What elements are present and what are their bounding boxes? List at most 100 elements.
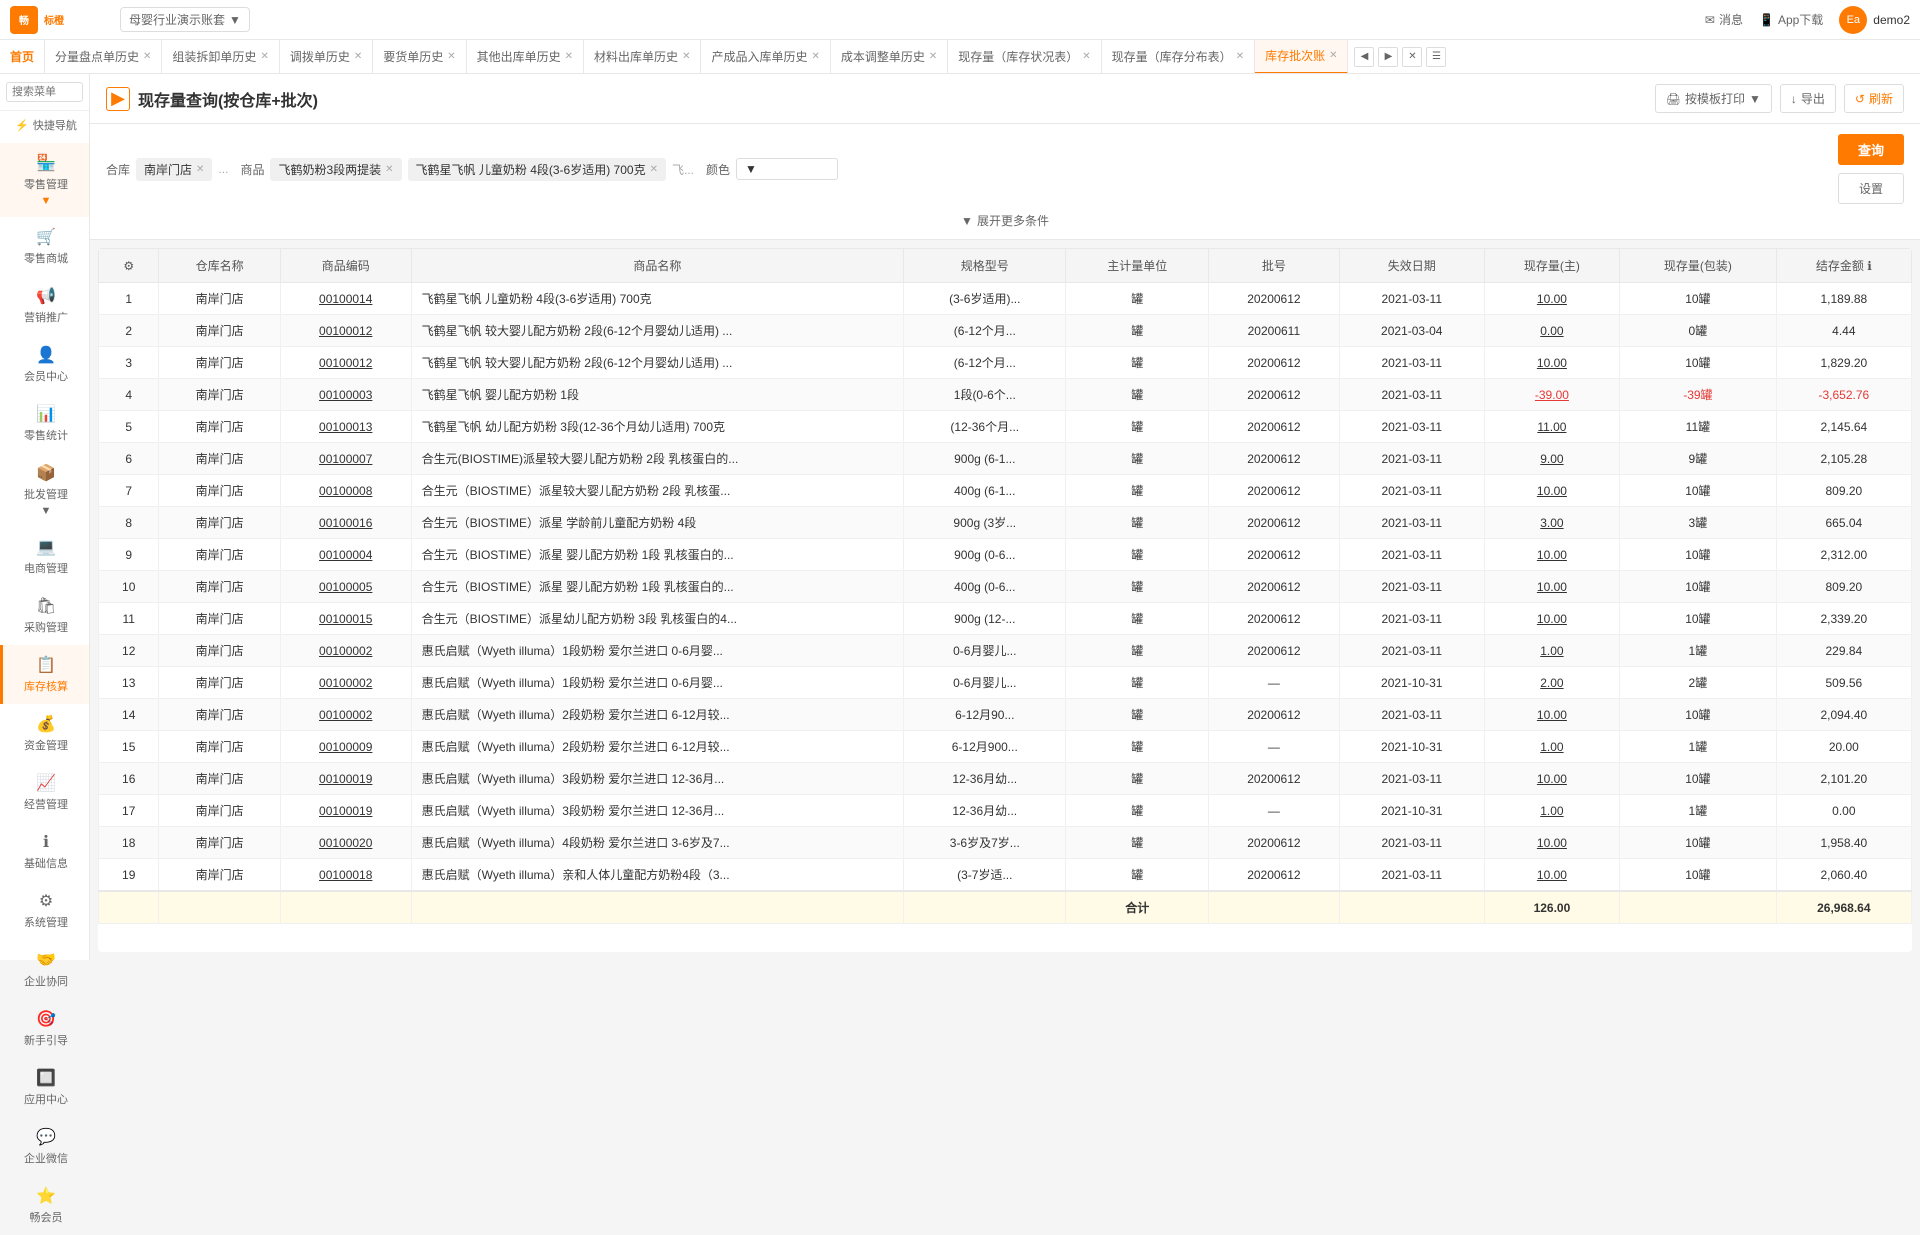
product-tag-1[interactable]: 飞鹤奶粉3段两提装 ✕: [270, 158, 401, 181]
row-no: 11: [99, 603, 159, 635]
tab-4-close[interactable]: ✕: [447, 51, 455, 62]
sidebar-item-business[interactable]: 📈 经营管理: [0, 763, 89, 822]
sidebar-item-basic-info[interactable]: ℹ 基础信息: [0, 822, 89, 881]
search-input[interactable]: [6, 82, 83, 102]
tab-6[interactable]: 材料出库单历史 ✕: [584, 40, 701, 74]
app-download-action[interactable]: 📱 App下载: [1759, 11, 1823, 28]
message-label: 消息: [1719, 11, 1743, 28]
sidebar-item-purchase[interactable]: 🛍 采购管理: [0, 586, 89, 645]
tab-3-close[interactable]: ✕: [354, 51, 362, 62]
warehouse-dots[interactable]: ...: [218, 162, 228, 176]
sidebar-item-system[interactable]: ⚙ 系统管理: [0, 881, 89, 940]
tabs-close-btn[interactable]: ✕: [1402, 47, 1422, 67]
row-code[interactable]: 00100005: [280, 571, 411, 603]
row-code[interactable]: 00100012: [280, 315, 411, 347]
business-icon: 📈: [36, 773, 56, 793]
sidebar-item-finance[interactable]: 💰 资金管理: [0, 704, 89, 763]
tab-7-close[interactable]: ✕: [811, 51, 819, 62]
row-no: 19: [99, 859, 159, 892]
row-code[interactable]: 00100019: [280, 763, 411, 795]
query-button[interactable]: 查询: [1838, 134, 1904, 165]
row-unit: 罐: [1066, 859, 1208, 892]
row-code[interactable]: 00100007: [280, 443, 411, 475]
warehouse-tag[interactable]: 南岸门店 ✕: [136, 158, 212, 181]
color-dropdown[interactable]: ▼: [736, 158, 838, 180]
print-button[interactable]: 🖨 按模板打印 ▼: [1655, 84, 1772, 113]
tab-1-close[interactable]: ✕: [143, 51, 151, 62]
row-code[interactable]: 00100016: [280, 507, 411, 539]
tab-home[interactable]: 首页: [0, 40, 45, 74]
tab-10-close[interactable]: ✕: [1236, 51, 1244, 62]
product-dots[interactable]: 飞...: [672, 161, 694, 178]
sidebar-item-retail-mall[interactable]: 🛒 零售商城: [0, 217, 89, 276]
sidebar-item-wholesale[interactable]: 📦 批发管理 ▼: [0, 453, 89, 527]
message-action[interactable]: ✉ 消息: [1705, 11, 1743, 28]
row-code[interactable]: 00100002: [280, 699, 411, 731]
export-button[interactable]: ↓ 导出: [1780, 84, 1836, 113]
tab-1[interactable]: 分量盘点单历史 ✕: [45, 40, 162, 74]
row-code[interactable]: 00100015: [280, 603, 411, 635]
sidebar-item-retail-mgmt[interactable]: 🏪 零售管理 ▼: [0, 143, 89, 217]
tab-9[interactable]: 现存量（库存状况表） ✕: [948, 40, 1101, 74]
row-spec: 400g (6-1...: [904, 475, 1066, 507]
sidebar-item-inventory[interactable]: 📋 库存核算: [0, 645, 89, 704]
row-code[interactable]: 00100009: [280, 731, 411, 763]
expand-filter-btn[interactable]: ▶: [106, 87, 130, 111]
tabs-next-btn[interactable]: ▶: [1378, 47, 1398, 67]
settings-button[interactable]: 设置: [1838, 173, 1904, 204]
tab-5-close[interactable]: ✕: [565, 51, 573, 62]
tab-2[interactable]: 组装拆卸单历史 ✕: [162, 40, 279, 74]
row-code[interactable]: 00100014: [280, 283, 411, 315]
company-selector[interactable]: 母婴行业演示账套 ▼: [120, 7, 250, 32]
col-settings[interactable]: ⚙: [99, 249, 159, 283]
logo-area: 畅 标橙: [10, 6, 100, 34]
sidebar-item-app-center[interactable]: 🔲 应用中心: [0, 1058, 89, 1117]
row-code[interactable]: 00100003: [280, 379, 411, 411]
tab-6-close[interactable]: ✕: [682, 51, 690, 62]
sidebar-item-ecommerce[interactable]: 💻 电商管理: [0, 527, 89, 586]
tab-8-close[interactable]: ✕: [929, 51, 937, 62]
row-code[interactable]: 00100004: [280, 539, 411, 571]
row-unit: 罐: [1066, 667, 1208, 699]
tab-3[interactable]: 调拨单历史 ✕: [280, 40, 373, 74]
tabs-prev-btn[interactable]: ◀: [1354, 47, 1374, 67]
row-code[interactable]: 00100020: [280, 827, 411, 859]
sidebar-item-member[interactable]: 👤 会员中心: [0, 335, 89, 394]
tab-8[interactable]: 成本调整单历史 ✕: [831, 40, 948, 74]
tab-7[interactable]: 产成品入库单历史 ✕: [701, 40, 830, 74]
warehouse-tag-remove[interactable]: ✕: [196, 164, 204, 175]
tab-11-close[interactable]: ✕: [1329, 50, 1337, 61]
row-code[interactable]: 00100018: [280, 859, 411, 892]
row-code[interactable]: 00100012: [280, 347, 411, 379]
row-code[interactable]: 00100002: [280, 635, 411, 667]
filter-expand[interactable]: ▼ 展开更多条件: [961, 212, 1049, 229]
tab-6-label: 材料出库单历史: [594, 48, 678, 65]
tab-11[interactable]: 库存批次账 ✕: [1255, 40, 1348, 74]
sidebar-item-quick-nav[interactable]: ⚡ 快捷导航: [0, 111, 89, 139]
row-code[interactable]: 00100002: [280, 667, 411, 699]
sidebar-item-member2[interactable]: ⭐ 畅会员: [0, 1176, 89, 1235]
sidebar-item-wx[interactable]: 💬 企业微信: [0, 1117, 89, 1176]
row-code[interactable]: 00100008: [280, 475, 411, 507]
tab-2-close[interactable]: ✕: [260, 51, 268, 62]
tabs-menu-btn[interactable]: ☰: [1426, 47, 1446, 67]
product-tag-2-remove[interactable]: ✕: [650, 164, 658, 175]
sidebar-item-retail-stats[interactable]: 📊 零售统计: [0, 394, 89, 453]
row-qty: 10.00: [1484, 475, 1619, 507]
tab-9-close[interactable]: ✕: [1082, 51, 1090, 62]
refresh-button[interactable]: ↺ 刷新: [1844, 84, 1904, 113]
row-name: 飞鹤星飞帆 幼儿配方奶粉 3段(12-36个月幼儿适用) 700克: [411, 411, 903, 443]
app-center-label: 应用中心: [24, 1091, 68, 1107]
sidebar-item-collab[interactable]: 🤝 企业协同: [0, 940, 89, 999]
tab-10[interactable]: 现存量（库存分布表） ✕: [1102, 40, 1255, 74]
row-code[interactable]: 00100013: [280, 411, 411, 443]
tab-5[interactable]: 其他出库单历史 ✕: [467, 40, 584, 74]
row-code[interactable]: 00100019: [280, 795, 411, 827]
sidebar-item-marketing[interactable]: 📢 营销推广: [0, 276, 89, 335]
sidebar-item-guide[interactable]: 🎯 新手引导: [0, 999, 89, 1058]
user-area[interactable]: Ea demo2: [1839, 6, 1910, 34]
product-tag-2[interactable]: 飞鹤星飞帆 儿童奶粉 4段(3-6岁适用) 700克 ✕: [408, 158, 666, 181]
tab-4[interactable]: 要货单历史 ✕: [373, 40, 466, 74]
product-tag-1-remove[interactable]: ✕: [385, 164, 393, 175]
row-qty[interactable]: -39.00: [1484, 379, 1619, 411]
